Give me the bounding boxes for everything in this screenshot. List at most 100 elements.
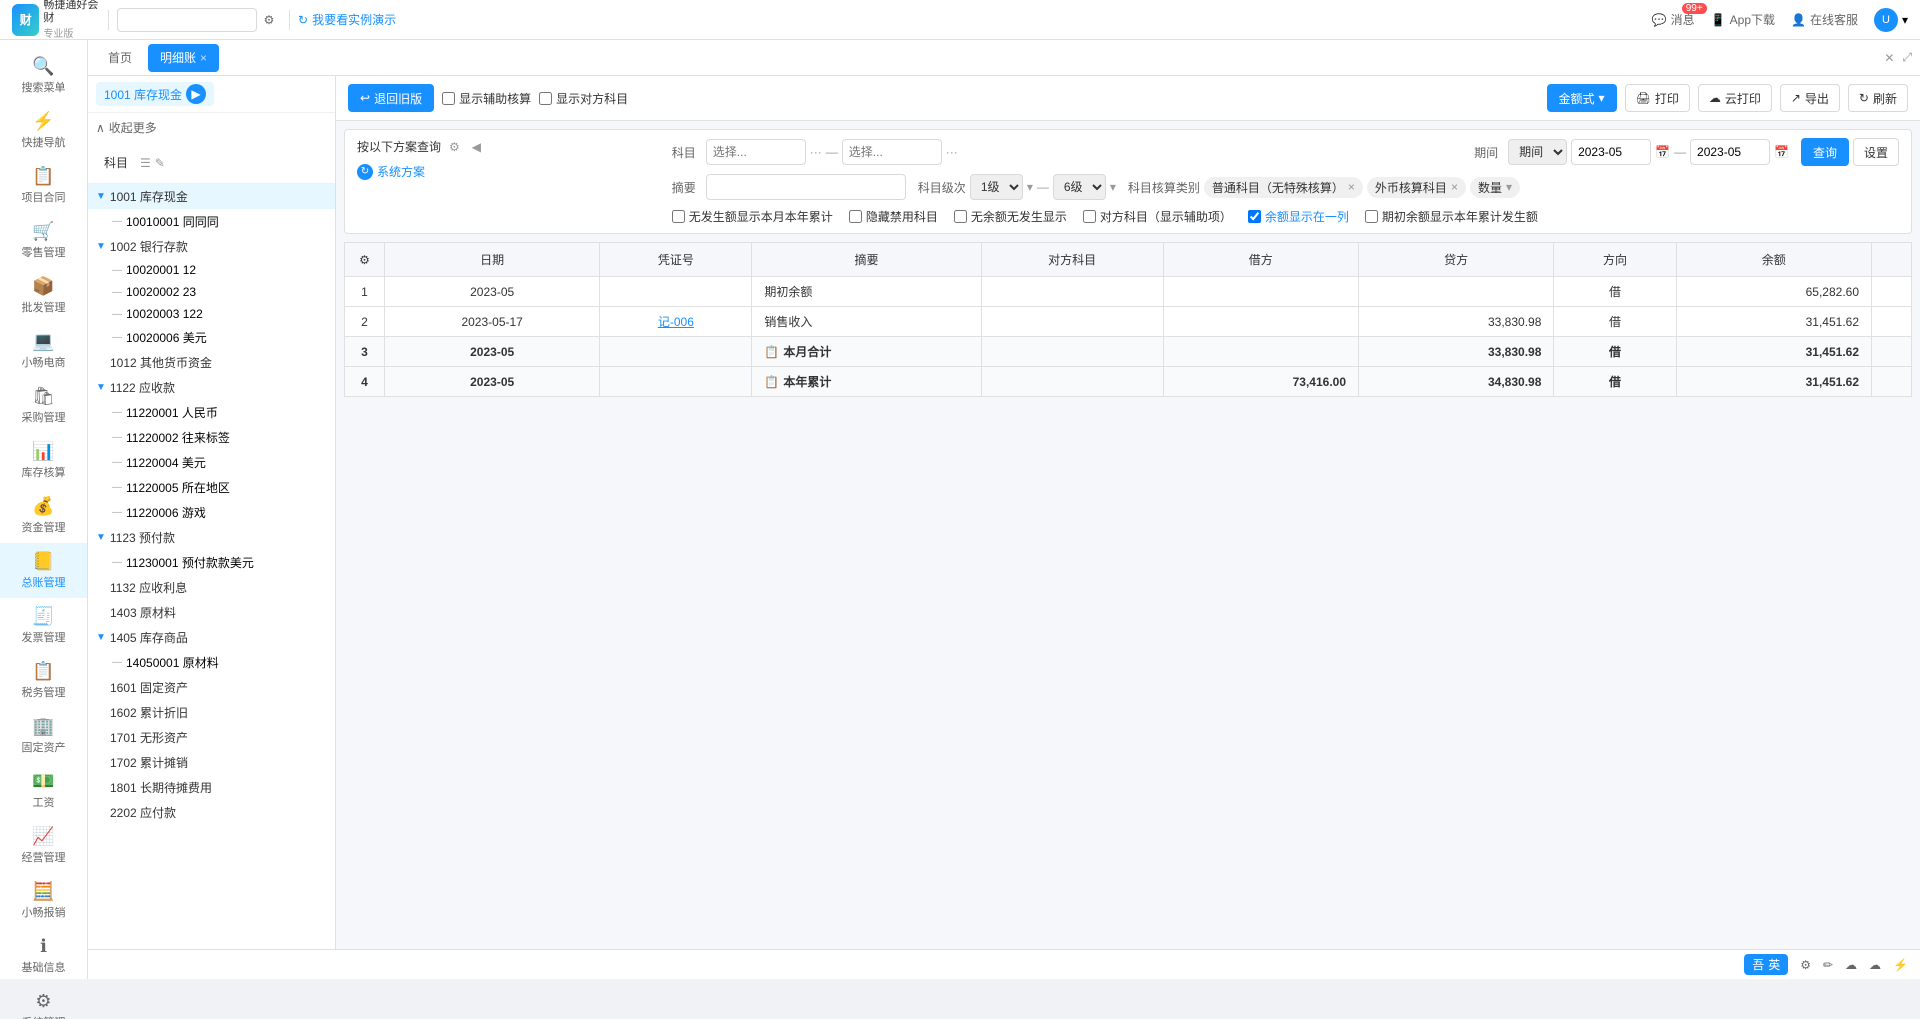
no-balance-input[interactable] [672, 210, 685, 223]
no-balance-no-occur-input[interactable] [954, 210, 967, 223]
tree-item-1001[interactable]: ▼ 1001 库存现金 [88, 184, 335, 209]
voucher-link[interactable]: 记-006 [658, 315, 694, 329]
sidebar-item-ledger[interactable]: 📒 总账管理 [0, 543, 87, 598]
sidebar-item-project[interactable]: 📋 项目合同 [0, 158, 87, 213]
period-begin-balance-input[interactable] [1365, 210, 1378, 223]
tree-item-1601[interactable]: 1601 固定资产 [88, 675, 335, 700]
sidebar-item-fixed-assets[interactable]: 🏢 固定资产 [0, 708, 87, 763]
tree-item-10020001[interactable]: — 10020001 12 [88, 259, 335, 281]
sidebar-item-invoice[interactable]: 🧾 发票管理 [0, 598, 87, 653]
period-calendar-icon[interactable]: 📅 [1655, 145, 1670, 159]
tab-close-icon[interactable]: × [200, 51, 207, 65]
contra-subject-input[interactable] [1083, 210, 1096, 223]
collapse-more-btn[interactable]: ∧ 收起更多 [88, 113, 335, 142]
tree-item-10020002[interactable]: — 10020002 23 [88, 281, 335, 303]
hide-disabled-checkbox[interactable]: 隐藏禁用科目 [849, 208, 938, 225]
settings-icon[interactable]: ⚙ [257, 8, 281, 32]
tree-item-10020003[interactable]: — 10020003 122 [88, 303, 335, 325]
period-to-input[interactable] [1690, 139, 1770, 165]
status-cloud-btn2[interactable]: ☁ [1869, 958, 1881, 972]
subject-filter-input2[interactable] [842, 139, 942, 165]
period-begin-balance-checkbox[interactable]: 期初余额显示本年累计发生额 [1365, 208, 1538, 225]
subject-nav-forward-btn[interactable]: ▶ [186, 84, 206, 104]
filter-settings-icon[interactable]: ⚙ [449, 140, 460, 154]
sidebar-item-wholesale[interactable]: 📦 批发管理 [0, 268, 87, 323]
tree-item-1123[interactable]: ▼ 1123 预付款 [88, 525, 335, 550]
window-expand-icon[interactable]: ⤢ [1902, 50, 1912, 65]
status-flash-btn[interactable]: ⚡ [1893, 958, 1908, 972]
tree-item-1002[interactable]: ▼ 1002 银行存款 [88, 234, 335, 259]
cloud-print-btn[interactable]: ☁ 云打印 [1698, 84, 1772, 112]
show-contra-checkbox[interactable]: 显示对方科目 [539, 90, 628, 107]
show-aux-input[interactable] [442, 92, 455, 105]
no-balance-checkbox[interactable]: 无发生额显示本月本年累计 [672, 208, 833, 225]
amount-mode-btn[interactable]: 金额式 ▾ [1547, 84, 1617, 112]
subject-filter-input[interactable] [706, 139, 806, 165]
balance-in-one-col-checkbox[interactable]: 余额显示在一列 [1248, 208, 1349, 225]
hide-disabled-input[interactable] [849, 210, 862, 223]
sidebar-item-inventory[interactable]: 📊 库存核算 [0, 433, 87, 488]
sidebar-item-expense[interactable]: 🧮 小畅报销 [0, 873, 87, 928]
period-from-input[interactable] [1571, 139, 1651, 165]
tree-item-11220002[interactable]: — 11220002 往来标签 [88, 425, 335, 450]
tab-home[interactable]: 首页 [96, 44, 144, 72]
tree-item-14050001[interactable]: — 14050001 原材料 [88, 650, 335, 675]
collapse-panel-btn[interactable]: ◀ [472, 140, 481, 154]
show-aux-checkbox[interactable]: 显示辅助核算 [442, 90, 531, 107]
sidebar-item-purchase[interactable]: 🛍 采购管理 [0, 378, 87, 433]
refresh-btn[interactable]: ↻ 刷新 [1848, 84, 1908, 112]
status-edit-btn[interactable]: ✏ [1823, 958, 1833, 972]
demo-btn[interactable]: ↻ 我要看实例演示 [298, 11, 396, 28]
tree-item-11220005[interactable]: — 11220005 所在地区 [88, 475, 335, 500]
summary-input[interactable] [706, 174, 906, 200]
tree-item-11220004[interactable]: — 11220004 美元 [88, 450, 335, 475]
system-plan-btn[interactable]: ↻ 系统方案 [357, 163, 664, 180]
tree-item-2202[interactable]: 2202 应付款 [88, 800, 335, 825]
contra-subject-checkbox[interactable]: 对方科目（显示辅助项） [1083, 208, 1232, 225]
query-btn[interactable]: 查询 [1801, 138, 1849, 166]
tab-detail[interactable]: 明细账 × [148, 44, 219, 72]
period-mode-select[interactable]: 期间 [1508, 139, 1567, 165]
sidebar-item-finance[interactable]: 💰 资金管理 [0, 488, 87, 543]
tree-item-1801[interactable]: 1801 长期待摊费用 [88, 775, 335, 800]
sidebar-item-ecommerce[interactable]: 💻 小畅电商 [0, 323, 87, 378]
online-service-btn[interactable]: 👤 在线客服 [1791, 11, 1858, 28]
tree-item-11220006[interactable]: — 11220006 游戏 [88, 500, 335, 525]
sidebar-item-payroll[interactable]: 💵 工资 [0, 763, 87, 818]
tree-item-10010001[interactable]: — 10010001 同同同 [88, 209, 335, 234]
tree-item-1403[interactable]: 1403 原材料 [88, 600, 335, 625]
app-download-btn[interactable]: 📱 App下载 [1711, 11, 1775, 28]
window-close-icon[interactable]: ✕ [1884, 51, 1894, 65]
tree-item-1701[interactable]: 1701 无形资产 [88, 725, 335, 750]
sidebar-item-search[interactable]: 🔍 搜索菜单 [0, 48, 87, 103]
status-settings-btn[interactable]: ⚙ [1800, 958, 1811, 972]
level-to-select[interactable]: 6级 [1053, 174, 1106, 200]
no-balance-no-occur-checkbox[interactable]: 无余额无发生显示 [954, 208, 1067, 225]
sidebar-item-quick-nav[interactable]: ⚡ 快捷导航 [0, 103, 87, 158]
level-from-select[interactable]: 1级 [970, 174, 1023, 200]
search-input[interactable] [117, 8, 257, 32]
edit-icon[interactable]: ✎ [155, 156, 165, 170]
tree-item-10020006[interactable]: — 10020006 美元 [88, 325, 335, 350]
tree-item-1122[interactable]: ▼ 1122 应收款 [88, 375, 335, 400]
status-cloud-btn[interactable]: ☁ [1845, 958, 1857, 972]
category-tag-close-1[interactable]: × [1348, 180, 1355, 194]
category-tag-close-3[interactable]: ▾ [1506, 180, 1512, 194]
sidebar-item-tax[interactable]: 📋 税务管理 [0, 653, 87, 708]
list-view-icon[interactable]: ☰ [140, 156, 151, 170]
settings-filter-btn[interactable]: 设置 [1853, 138, 1899, 166]
message-btn[interactable]: 💬 消息 99+ [1652, 11, 1695, 28]
lang-btn[interactable]: 吾 英 [1744, 954, 1788, 975]
tree-item-1405[interactable]: ▼ 1405 库存商品 [88, 625, 335, 650]
tree-item-1702[interactable]: 1702 累计摊销 [88, 750, 335, 775]
export-btn[interactable]: ↗ 导出 [1780, 84, 1840, 112]
sidebar-item-basic-info[interactable]: ℹ 基础信息 [0, 928, 87, 983]
tree-item-1012[interactable]: 1012 其他货币资金 [88, 350, 335, 375]
period-calendar-icon2[interactable]: 📅 [1774, 145, 1789, 159]
show-contra-input[interactable] [539, 92, 552, 105]
tree-item-1132[interactable]: 1132 应收利息 [88, 575, 335, 600]
balance-in-one-col-input[interactable] [1248, 210, 1261, 223]
tree-item-1602[interactable]: 1602 累计折旧 [88, 700, 335, 725]
sidebar-item-retail[interactable]: 🛒 零售管理 [0, 213, 87, 268]
tree-item-11220001[interactable]: — 11220001 人民币 [88, 400, 335, 425]
